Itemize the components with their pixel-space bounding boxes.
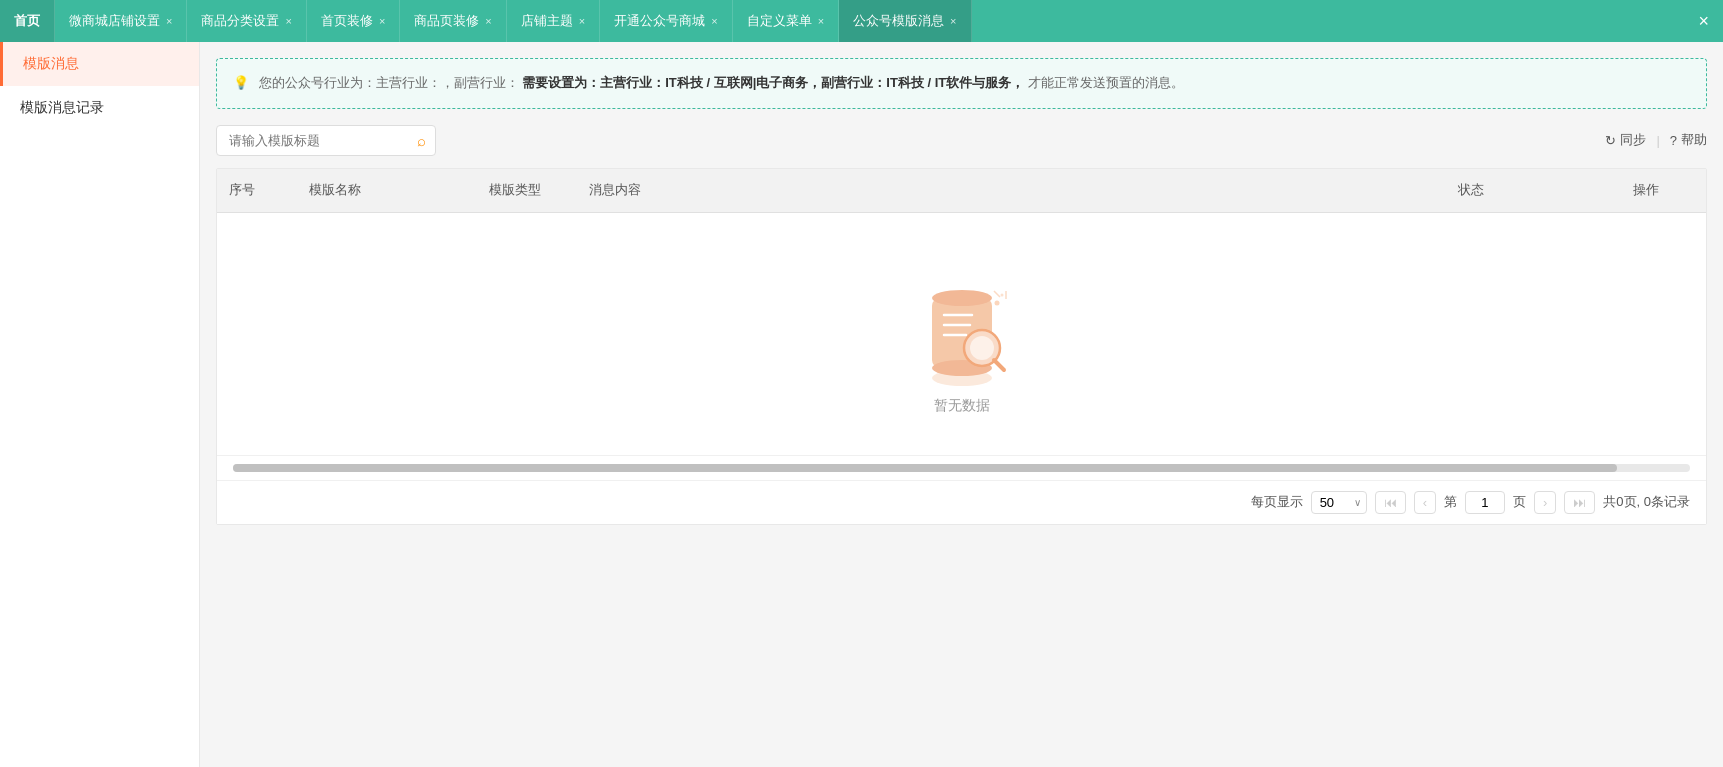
close-category[interactable]: × xyxy=(285,15,291,27)
content-area: 💡 您的公众号行业为：主营行业：，副营行业： 需要设置为：主营行业：IT科技 /… xyxy=(200,42,1723,767)
toolbar-divider: | xyxy=(1656,133,1659,148)
bulb-icon: 💡 xyxy=(233,75,249,90)
close-template-msg[interactable]: × xyxy=(950,15,956,27)
table-header: 序号 模版名称 模版类型 消息内容 状态 操作 xyxy=(217,169,1706,213)
close-all-icon: × xyxy=(1698,11,1709,32)
first-page-button[interactable]: ⏮ xyxy=(1375,491,1406,514)
page-size-label: 每页显示 xyxy=(1251,493,1303,511)
empty-state: 暂无数据 xyxy=(217,213,1706,455)
nav-tab-open-mall[interactable]: 开通公众号商城 × xyxy=(600,0,732,42)
th-status: 状态 xyxy=(1446,181,1586,199)
theme-label: 店铺主题 xyxy=(521,12,573,30)
close-home-decor[interactable]: × xyxy=(379,15,385,27)
scrollbar-area xyxy=(217,455,1706,480)
close-open-mall[interactable]: × xyxy=(711,15,717,27)
svg-line-12 xyxy=(994,291,1000,297)
next-page-button[interactable]: › xyxy=(1534,491,1556,514)
page-label-post: 页 xyxy=(1513,493,1526,511)
main-layout: 模版消息 模版消息记录 💡 您的公众号行业为：主营行业：，副营行业： 需要设置为… xyxy=(0,42,1723,767)
help-icon: ? xyxy=(1670,133,1677,148)
nav-tab-store-settings[interactable]: 微商城店铺设置 × xyxy=(55,0,187,42)
scrollbar-thumb xyxy=(233,464,1617,472)
nav-tab-category[interactable]: 商品分类设置 × xyxy=(187,0,306,42)
close-product-decor[interactable]: × xyxy=(485,15,491,27)
product-decor-label: 商品页装修 xyxy=(414,12,479,30)
help-button[interactable]: ? 帮助 xyxy=(1670,131,1707,149)
th-seq: 序号 xyxy=(217,181,297,199)
pagination: 每页显示 50 20 100 ⏮ ‹ 第 页 › ⏭ 共0页, 0条记录 xyxy=(217,480,1706,524)
svg-point-2 xyxy=(932,290,992,306)
top-nav: 首页 微商城店铺设置 × 商品分类设置 × 首页装修 × 商品页装修 × 店铺主… xyxy=(0,0,1723,42)
home-tab-label: 首页 xyxy=(14,12,40,30)
page-input[interactable] xyxy=(1465,491,1505,514)
th-name: 模版名称 xyxy=(297,181,477,199)
nav-tab-custom-menu[interactable]: 自定义菜单 × xyxy=(733,0,839,42)
help-label: 帮助 xyxy=(1681,131,1707,149)
close-all-button[interactable]: × xyxy=(1684,0,1723,42)
close-theme[interactable]: × xyxy=(579,15,585,27)
prev-page-button[interactable]: ‹ xyxy=(1414,491,1436,514)
sidebar-item-template-msg-record[interactable]: 模版消息记录 xyxy=(0,86,199,130)
template-msg-label: 公众号模版消息 xyxy=(853,12,944,30)
open-mall-label: 开通公众号商城 xyxy=(614,12,705,30)
sync-label: 同步 xyxy=(1620,131,1646,149)
page-summary: 共0页, 0条记录 xyxy=(1603,493,1690,511)
data-table: 序号 模版名称 模版类型 消息内容 状态 操作 xyxy=(216,168,1707,525)
svg-point-11 xyxy=(1000,293,1003,296)
scrollbar-track[interactable] xyxy=(233,464,1690,472)
sidebar-template-msg-label: 模版消息 xyxy=(23,55,79,71)
close-store-settings[interactable]: × xyxy=(166,15,172,27)
th-type: 模版类型 xyxy=(477,181,577,199)
nav-tab-product-decor[interactable]: 商品页装修 × xyxy=(400,0,506,42)
sidebar-item-template-msg[interactable]: 模版消息 xyxy=(0,42,199,86)
store-settings-label: 微商城店铺设置 xyxy=(69,12,160,30)
search-input-wrap: ⌕ xyxy=(216,125,436,156)
custom-menu-label: 自定义菜单 xyxy=(747,12,812,30)
svg-point-8 xyxy=(970,336,994,360)
search-input[interactable] xyxy=(216,125,436,156)
notice-suffix: 才能正常发送预置的消息。 xyxy=(1028,75,1184,90)
search-bar: ⌕ ↻ 同步 | ? 帮助 xyxy=(216,125,1707,156)
category-label: 商品分类设置 xyxy=(201,12,279,30)
sidebar: 模版消息 模版消息记录 xyxy=(0,42,200,767)
last-page-button[interactable]: ⏭ xyxy=(1564,491,1595,514)
nav-tab-home[interactable]: 首页 xyxy=(0,0,55,42)
svg-point-10 xyxy=(994,300,999,305)
sidebar-template-msg-record-label: 模版消息记录 xyxy=(20,99,104,115)
page-label-pre: 第 xyxy=(1444,493,1457,511)
notice-banner: 💡 您的公众号行业为：主营行业：，副营行业： 需要设置为：主营行业：IT科技 /… xyxy=(216,58,1707,109)
th-action: 操作 xyxy=(1586,181,1706,199)
empty-text: 暂无数据 xyxy=(934,397,990,415)
search-icon[interactable]: ⌕ xyxy=(417,132,426,149)
page-size-select[interactable]: 50 20 100 xyxy=(1311,491,1367,514)
page-size-wrap: 50 20 100 xyxy=(1311,491,1367,514)
empty-illustration xyxy=(902,273,1022,393)
sync-icon: ↻ xyxy=(1605,133,1616,148)
svg-line-9 xyxy=(994,360,1004,370)
toolbar-right: ↻ 同步 | ? 帮助 xyxy=(1605,131,1707,149)
close-custom-menu[interactable]: × xyxy=(818,15,824,27)
nav-tab-theme[interactable]: 店铺主题 × xyxy=(507,0,600,42)
notice-prefix: 您的公众号行业为：主营行业：，副营行业： xyxy=(259,75,519,90)
sync-button[interactable]: ↻ 同步 xyxy=(1605,131,1646,149)
nav-tab-template-msg[interactable]: 公众号模版消息 × xyxy=(839,0,971,42)
home-decor-label: 首页装修 xyxy=(321,12,373,30)
th-content: 消息内容 xyxy=(577,181,1446,199)
nav-tab-home-decor[interactable]: 首页装修 × xyxy=(307,0,400,42)
notice-highlight: 需要设置为：主营行业：IT科技 / 互联网|电子商务，副营行业：IT科技 / I… xyxy=(522,75,1024,90)
